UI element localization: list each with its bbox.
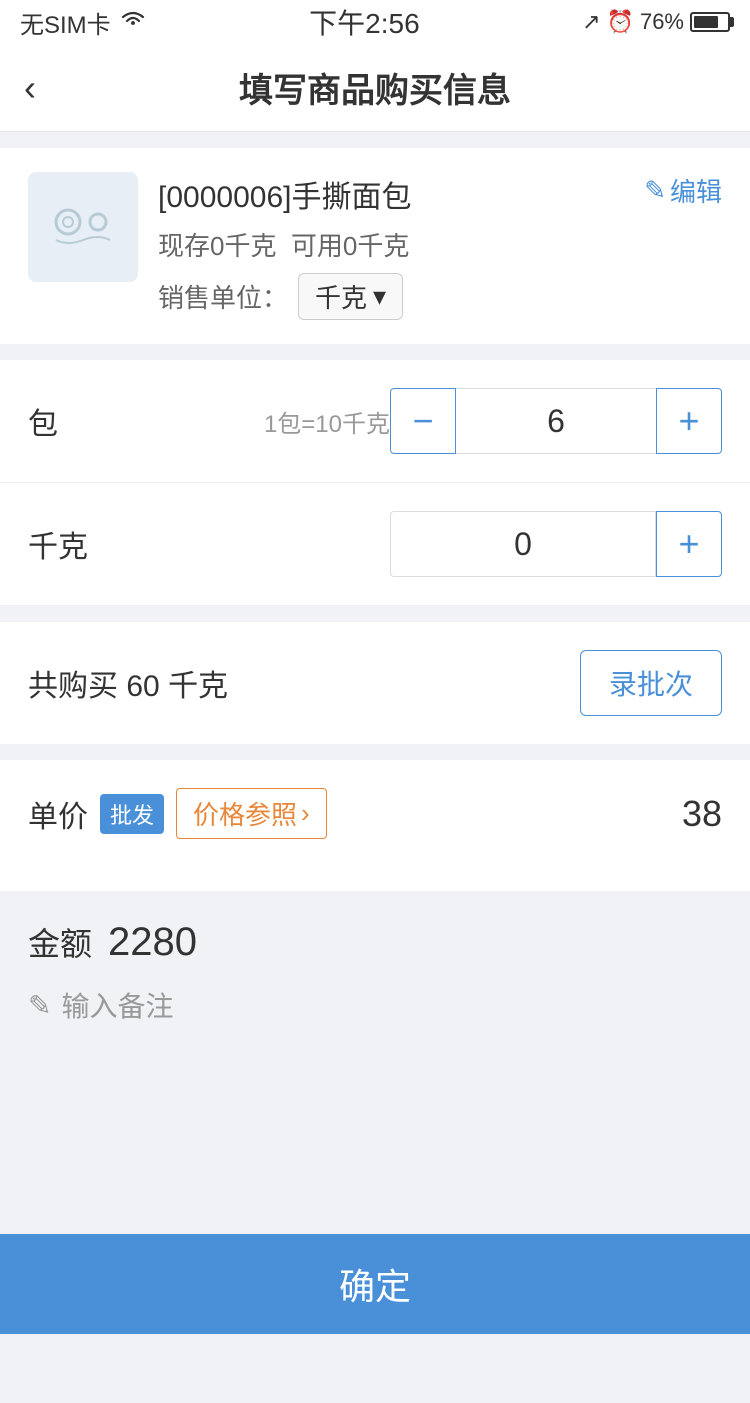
- amount-section: 金额 2280 ✎ 输入备注: [0, 891, 750, 1053]
- pencil-icon: ✎: [28, 989, 51, 1022]
- status-left: 无SIM卡: [20, 5, 147, 40]
- chevron-right-icon: ›: [301, 798, 310, 829]
- price-label: 单价: [28, 792, 88, 836]
- batch-button[interactable]: 录批次: [580, 650, 722, 716]
- price-row: 单价 批发 价格参照 › 38: [28, 788, 722, 839]
- unit-select[interactable]: 千克 ▾: [298, 273, 403, 320]
- summary-row: 共购买 60 千克 录批次: [0, 622, 750, 744]
- kg-increment-button[interactable]: +: [656, 511, 722, 577]
- price-section: 单价 批发 价格参照 › 38: [0, 760, 750, 891]
- back-button[interactable]: ‹: [24, 67, 36, 109]
- remark-placeholder: 输入备注: [61, 985, 173, 1025]
- bag-decrement-button[interactable]: −: [390, 388, 456, 454]
- product-info: [0000006]手撕面包 现存0千克 可用0千克 销售单位： 千克 ▾: [158, 172, 722, 320]
- bag-controls: − +: [390, 388, 722, 454]
- chevron-down-icon: ▾: [373, 281, 386, 312]
- product-image: [28, 172, 138, 282]
- bag-label: 包: [28, 399, 256, 443]
- confirm-button[interactable]: 确定: [0, 1234, 750, 1334]
- remark-row[interactable]: ✎ 输入备注: [28, 985, 722, 1025]
- amount-value: 2280: [108, 920, 197, 965]
- wifi-icon: [119, 8, 147, 36]
- battery-percent: 76%: [640, 9, 684, 35]
- amount-row: 金额 2280: [28, 919, 722, 965]
- battery-icon: [690, 12, 730, 32]
- kg-label-group: 千克: [28, 522, 390, 566]
- quantity-section: 包 1包=10千克 − + 千克 +: [0, 360, 750, 606]
- carrier-label: 无SIM卡: [20, 5, 111, 40]
- price-left: 单价 批发 价格参照 ›: [28, 788, 327, 839]
- bag-hint: 1包=10千克: [264, 404, 390, 439]
- kg-label: 千克: [28, 531, 88, 564]
- kg-quantity-row: 千克 +: [0, 483, 750, 606]
- edit-button[interactable]: ✎ 编辑: [644, 172, 722, 209]
- empty-space: [0, 1053, 750, 1403]
- bag-label-group: 包 1包=10千克: [28, 399, 390, 443]
- product-card: [0000006]手撕面包 现存0千克 可用0千克 销售单位： 千克 ▾ ✎ 编…: [0, 148, 750, 344]
- nav-bar: ‹ 填写商品购买信息: [0, 44, 750, 132]
- status-time: 下午2:56: [309, 2, 420, 42]
- bag-quantity-input[interactable]: [456, 388, 656, 454]
- product-name: [0000006]手撕面包: [158, 172, 722, 216]
- product-stock: 现存0千克 可用0千克: [158, 226, 722, 263]
- amount-label: 金额: [28, 919, 92, 965]
- edit-icon: ✎: [644, 175, 666, 206]
- kg-controls: +: [390, 511, 722, 577]
- page-title: 填写商品购买信息: [239, 63, 511, 112]
- bag-increment-button[interactable]: +: [656, 388, 722, 454]
- kg-quantity-input[interactable]: [390, 511, 656, 577]
- price-ref-button[interactable]: 价格参照 ›: [176, 788, 327, 839]
- alarm-icon: ⏰: [607, 9, 634, 35]
- status-bar: 无SIM卡 下午2:56 ↗ ⏰ 76%: [0, 0, 750, 44]
- product-unit: 销售单位： 千克 ▾: [158, 273, 722, 320]
- status-right: ↗ ⏰ 76%: [582, 9, 730, 35]
- bag-quantity-row: 包 1包=10千克 − +: [0, 360, 750, 483]
- summary-text: 共购买 60 千克: [28, 661, 228, 705]
- price-badge: 批发: [100, 794, 164, 834]
- location-icon: ↗: [582, 9, 600, 35]
- price-value: 38: [682, 793, 722, 835]
